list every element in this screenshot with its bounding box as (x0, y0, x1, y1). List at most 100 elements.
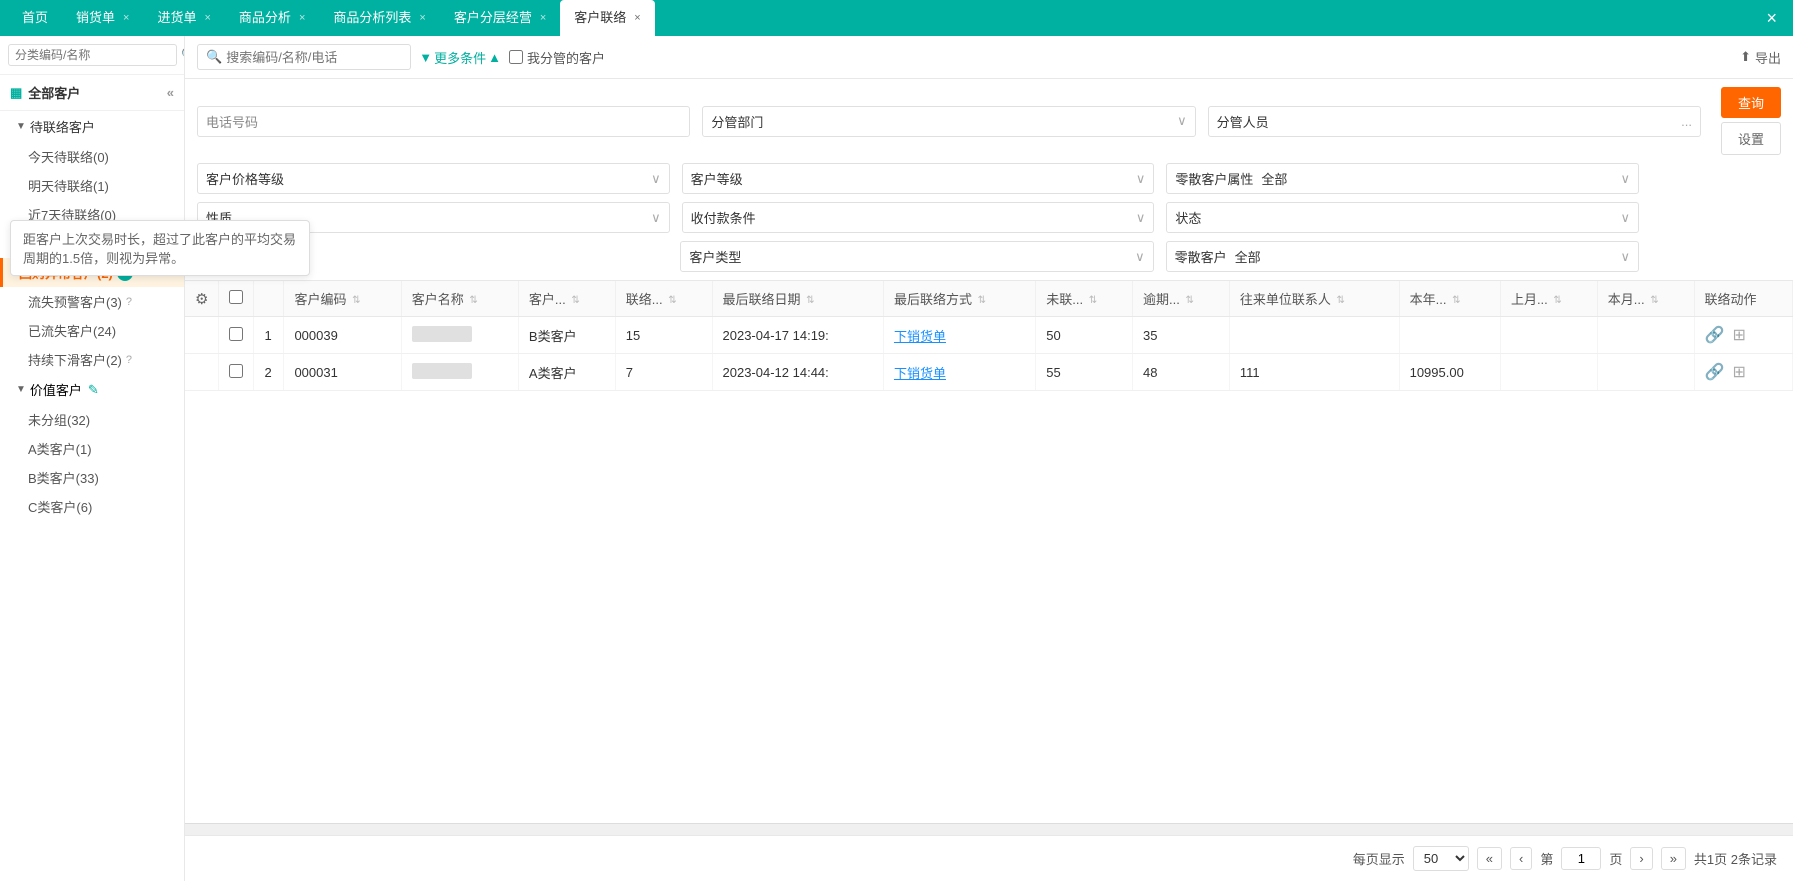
nav-analysis[interactable]: 商品分析 × (225, 0, 319, 36)
row1-name-blurred (412, 326, 472, 342)
contact-sort-icon[interactable]: ⇅ (668, 295, 676, 306)
export-button[interactable]: ⬆ 导出 (1740, 48, 1781, 67)
main-search-input[interactable] (226, 50, 402, 65)
select-all-checkbox[interactable] (229, 290, 243, 304)
customer-level-filter[interactable]: 客户等级 ∨ (682, 163, 1155, 194)
lost-predict-info-icon[interactable]: ? (126, 296, 132, 308)
this-month-sort-icon[interactable]: ⇅ (1650, 295, 1658, 306)
sidebar-declining[interactable]: 持续下滑客户(2) ? (0, 345, 184, 374)
page-size-select[interactable]: 50 100 200 (1413, 846, 1469, 871)
last-contact-way-sort-icon[interactable]: ⇅ (978, 295, 986, 306)
prev-page-button[interactable]: ‹ (1510, 847, 1532, 870)
declining-info-icon[interactable]: ? (126, 354, 132, 366)
nav-sales[interactable]: 销货单 × (62, 0, 143, 36)
close-customer-contact-tab[interactable]: × (634, 0, 640, 36)
last-contact-date-sort-icon[interactable]: ⇅ (806, 295, 814, 306)
col-gear: ⚙ (185, 281, 219, 317)
status-filter[interactable]: 状态 ∨ (1166, 202, 1639, 233)
category-sort-icon[interactable]: ⇅ (571, 295, 579, 306)
row2-link-icon[interactable]: 🔗 (1705, 362, 1725, 382)
row1-code: 000039 (284, 317, 401, 354)
row1-link-icon[interactable]: 🔗 (1705, 325, 1725, 345)
sidebar-b-customers[interactable]: B类客户(33) (0, 463, 184, 492)
close-purchase-tab[interactable]: × (204, 0, 210, 36)
horizontal-scrollbar[interactable] (185, 823, 1793, 835)
close-analysis-tab[interactable]: × (299, 0, 305, 36)
collapse-sidebar-icon[interactable]: « (167, 85, 174, 100)
my-customer-checkbox-area[interactable]: 我分管的客户 (509, 48, 605, 67)
row1-grid-icon[interactable]: ⊞ (1732, 325, 1745, 345)
status-chevron-icon: ∨ (1621, 210, 1631, 226)
price-level-filter[interactable]: 客户价格等级 ∨ (197, 163, 670, 194)
next-page-button[interactable]: › (1630, 847, 1652, 870)
sidebar-lost[interactable]: 已流失客户(24) (0, 316, 184, 345)
row1-last-contact-date: 2023-04-17 14:19: (712, 317, 883, 354)
total-records: 共1页 2条记录 (1694, 849, 1777, 868)
nav-customer-contact[interactable]: 客户联络 × (560, 0, 654, 36)
settings-button[interactable]: 设置 (1721, 122, 1781, 155)
nature-chevron-icon: ∨ (651, 210, 661, 226)
search-box[interactable]: 🔍 (197, 44, 411, 70)
payment-filter[interactable]: 收付款条件 ∨ (682, 202, 1155, 233)
code-sort-icon[interactable]: ⇅ (352, 295, 360, 306)
page-number-input[interactable] (1561, 847, 1601, 870)
nav-analysis-list[interactable]: 商品分析列表 × (319, 0, 439, 36)
table-gear-icon[interactable]: ⚙ (195, 291, 208, 308)
close-sales-tab[interactable]: × (123, 0, 129, 36)
first-page-button[interactable]: « (1477, 847, 1502, 870)
close-analysis-list-tab[interactable]: × (419, 0, 425, 36)
nav-purchase[interactable]: 进货单 × (143, 0, 224, 36)
value-group-edit-icon[interactable]: ✎ (88, 382, 99, 398)
filter-icon: ▼ (419, 50, 432, 65)
this-year-sort-icon[interactable]: ⇅ (1452, 295, 1460, 306)
customer-type-filter[interactable]: 客户类型 ∨ (680, 241, 1153, 272)
row2-checkbox[interactable] (229, 364, 243, 378)
nav-customer-mgmt[interactable]: 客户分层经营 × (440, 0, 560, 36)
last-page-button[interactable]: » (1661, 847, 1686, 870)
all-customers-header[interactable]: ▦ 全部客户 « (0, 75, 184, 111)
window-close-button[interactable]: × (1758, 8, 1785, 29)
filter-row-1: 电话号码 分管部门 ∨ 分管人员 ... 查询 设置 (197, 87, 1781, 155)
col-last-month: 上月... ⇅ (1500, 281, 1597, 317)
name-sort-icon[interactable]: ⇅ (469, 295, 477, 306)
row1-checkbox-cell (219, 317, 254, 354)
col-unread: 未联... ⇅ (1036, 281, 1133, 317)
search-icon: 🔍 (206, 49, 222, 65)
overdue-sort-icon[interactable]: ⇅ (1185, 295, 1193, 306)
manager-filter[interactable]: 分管人员 ... (1208, 106, 1701, 137)
unread-sort-icon[interactable]: ⇅ (1089, 295, 1097, 306)
sidebar-ungrouped[interactable]: 未分组(32) (0, 405, 184, 434)
pending-group-header[interactable]: ▼ 待联络客户 (0, 111, 184, 142)
row1-unit-contact (1229, 317, 1399, 354)
pending-arrow-icon: ▼ (16, 121, 26, 132)
sidebar-today-pending[interactable]: 今天待联络(0) (0, 142, 184, 171)
sidebar-c-customers[interactable]: C类客户(6) (0, 492, 184, 521)
row1-last-contact-way[interactable]: 下销货单 (883, 317, 1035, 354)
scatter-attr-filter[interactable]: 零散客户属性 全部 ∨ (1166, 163, 1639, 194)
row2-last-contact-way[interactable]: 下销货单 (883, 354, 1035, 391)
row2-grid-icon[interactable]: ⊞ (1732, 362, 1745, 382)
main-layout: 🔍 ▦ 全部客户 « ▼ 待联络客户 今天待联络(0) 明天待联络(1) 近7天… (0, 36, 1793, 881)
value-group-header[interactable]: ▼ 价值客户 ✎ (0, 374, 184, 405)
phone-filter[interactable]: 电话号码 (197, 106, 690, 137)
row1-category: B类客户 (518, 317, 615, 354)
query-button[interactable]: 查询 (1721, 87, 1781, 118)
my-customer-checkbox[interactable] (509, 50, 523, 64)
col-last-contact-date: 最后联络日期 ⇅ (712, 281, 883, 317)
sidebar-tomorrow-pending[interactable]: 明天待联络(1) (0, 171, 184, 200)
sidebar-lost-predict[interactable]: 流失预警客户(3) ? (0, 287, 184, 316)
unit-contact-sort-icon[interactable]: ⇅ (1336, 295, 1344, 306)
more-conditions-btn[interactable]: ▼ 更多条件 ▲ (419, 48, 501, 67)
last-month-sort-icon[interactable]: ⇅ (1553, 295, 1561, 306)
close-customer-mgmt-tab[interactable]: × (540, 0, 546, 36)
row2-name (401, 354, 518, 391)
sidebar-a-customers[interactable]: A类客户(1) (0, 434, 184, 463)
row1-checkbox[interactable] (229, 327, 243, 341)
row2-action: 🔗 ⊞ (1694, 354, 1792, 391)
scatter-filter[interactable]: 零散客户 全部 ∨ (1166, 241, 1639, 272)
sidebar-search-input[interactable] (8, 44, 177, 66)
department-filter[interactable]: 分管部门 ∨ (702, 106, 1195, 137)
payment-chevron-icon: ∨ (1136, 210, 1146, 226)
nav-home[interactable]: 首页 (8, 0, 62, 36)
customer-table: ⚙ 客户编码 ⇅ 客户名称 ⇅ (185, 281, 1793, 391)
